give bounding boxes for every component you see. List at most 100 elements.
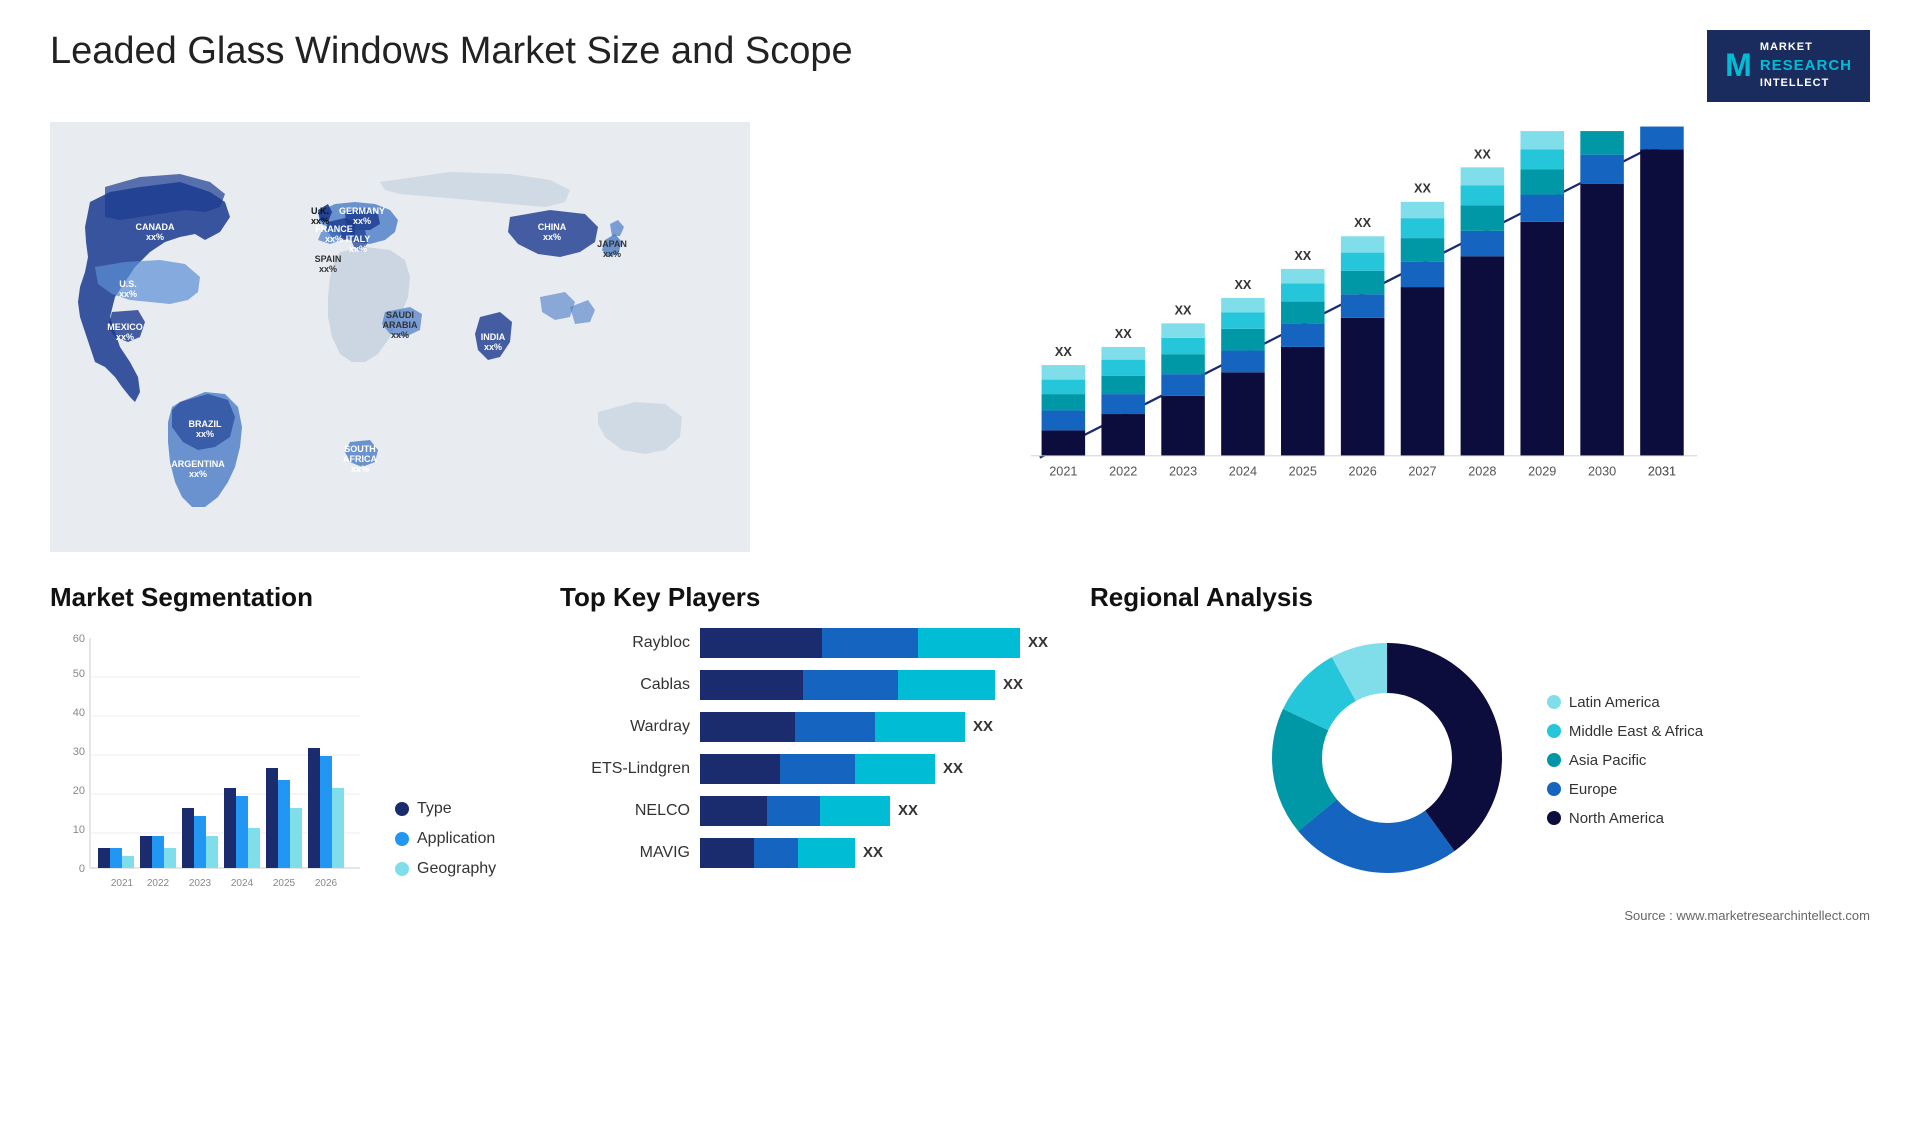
player-row: NELCO XX — [560, 796, 1060, 826]
seg-legend: Type Application Geography — [395, 800, 496, 908]
svg-text:10: 10 — [73, 824, 85, 836]
svg-text:SPAIN: SPAIN — [315, 254, 342, 264]
svg-text:2025: 2025 — [1289, 465, 1317, 479]
logo-line1: MARKET — [1760, 40, 1852, 55]
na-dot — [1547, 811, 1561, 825]
player-bar-multi — [700, 838, 855, 868]
page-wrapper: Leaded Glass Windows Market Size and Sco… — [0, 0, 1920, 1146]
svg-text:GERMANY: GERMANY — [339, 206, 385, 216]
svg-text:CANADA: CANADA — [136, 222, 175, 232]
latin-label: Latin America — [1569, 694, 1660, 711]
svg-text:2022: 2022 — [147, 878, 170, 889]
bottom-section: Market Segmentation 0 10 20 30 40 5 — [50, 582, 1870, 923]
svg-text:U.S.: U.S. — [119, 279, 137, 289]
donut-chart-svg — [1257, 628, 1517, 888]
reg-legend-mea: Middle East & Africa — [1547, 723, 1703, 740]
player-bar-multi — [700, 628, 1020, 658]
seg-legend-type: Type — [395, 800, 496, 818]
svg-text:xx%: xx% — [119, 289, 137, 299]
seg-chart-svg: 0 10 20 30 40 50 60 — [50, 628, 370, 908]
svg-text:2029: 2029 — [1528, 465, 1556, 479]
reg-legend-latin: Latin America — [1547, 694, 1703, 711]
source-text: Source : www.marketresearchintellect.com — [1090, 908, 1870, 923]
logo-line2: RESEARCH — [1760, 55, 1852, 76]
svg-text:ARABIA: ARABIA — [383, 320, 418, 330]
svg-text:CHINA: CHINA — [538, 222, 567, 232]
asia-dot — [1547, 753, 1561, 767]
logo-text: MARKET RESEARCH INTELLECT — [1760, 40, 1852, 92]
svg-text:40: 40 — [73, 707, 85, 719]
svg-text:INDIA: INDIA — [481, 332, 506, 342]
svg-text:xx%: xx% — [189, 469, 207, 479]
mea-dot — [1547, 724, 1561, 738]
europe-label: Europe — [1569, 781, 1617, 798]
player-name: ETS-Lindgren — [560, 760, 690, 778]
svg-text:XX: XX — [1294, 249, 1311, 263]
svg-text:xx%: xx% — [319, 264, 337, 274]
svg-text:2023: 2023 — [189, 878, 212, 889]
player-row: Wardray XX — [560, 712, 1060, 742]
svg-text:2026: 2026 — [315, 878, 338, 889]
svg-text:2028: 2028 — [1468, 465, 1496, 479]
page-title: Leaded Glass Windows Market Size and Sco… — [50, 30, 853, 73]
player-name: MAVIG — [560, 844, 690, 862]
player-row: MAVIG XX — [560, 838, 1060, 868]
reg-legend-asia: Asia Pacific — [1547, 752, 1703, 769]
svg-text:SOUTH: SOUTH — [344, 444, 376, 454]
geography-dot — [395, 862, 409, 876]
player-bar-wrap: XX — [700, 712, 1060, 742]
svg-text:2024: 2024 — [1229, 465, 1257, 479]
svg-text:xx%: xx% — [353, 216, 371, 226]
regional-legend: Latin America Middle East & Africa Asia … — [1547, 694, 1703, 827]
player-bar-multi — [700, 796, 890, 826]
svg-text:60: 60 — [73, 633, 85, 645]
svg-text:2026: 2026 — [1349, 465, 1377, 479]
reg-legend-europe: Europe — [1547, 781, 1703, 798]
svg-text:xx%: xx% — [349, 244, 367, 254]
donut-area: Latin America Middle East & Africa Asia … — [1090, 628, 1870, 893]
svg-text:2025: 2025 — [273, 878, 296, 889]
world-map-container: CANADA xx% U.S. xx% MEXICO xx% BRAZIL xx… — [50, 122, 750, 552]
svg-text:XX: XX — [1653, 122, 1671, 125]
logo-area: M MARKET RESEARCH INTELLECT — [1707, 30, 1870, 102]
player-row: Raybloc XX — [560, 628, 1060, 658]
svg-text:xx%: xx% — [391, 330, 409, 340]
regional-section: Regional Analysis — [1090, 582, 1870, 923]
svg-text:xx%: xx% — [543, 232, 561, 242]
player-label: XX — [1028, 634, 1048, 651]
segmentation-title: Market Segmentation — [50, 582, 530, 613]
na-label: North America — [1569, 810, 1664, 827]
svg-text:2030: 2030 — [1588, 465, 1616, 479]
svg-text:XX: XX — [1534, 122, 1551, 125]
player-name: Cablas — [560, 676, 690, 694]
donut-chart-wrap — [1257, 628, 1517, 893]
player-label: XX — [1003, 676, 1023, 693]
bar-chart-container: XX XX XX XX — [790, 122, 1870, 552]
svg-text:2031: 2031 — [1648, 465, 1676, 479]
players-title: Top Key Players — [560, 582, 1060, 613]
svg-text:SAUDI: SAUDI — [386, 310, 414, 320]
svg-text:xx%: xx% — [146, 232, 164, 242]
header: Leaded Glass Windows Market Size and Sco… — [50, 30, 1870, 102]
svg-text:MEXICO: MEXICO — [107, 322, 143, 332]
svg-text:BRAZIL: BRAZIL — [189, 419, 222, 429]
application-dot — [395, 832, 409, 846]
player-name: NELCO — [560, 802, 690, 820]
player-bar-wrap: XX — [700, 796, 1060, 826]
world-map-svg: CANADA xx% U.S. xx% MEXICO xx% BRAZIL xx… — [50, 122, 750, 552]
svg-text:xx%: xx% — [603, 249, 621, 259]
svg-text:xx%: xx% — [325, 234, 343, 244]
svg-text:30: 30 — [73, 746, 85, 758]
svg-text:2027: 2027 — [1408, 465, 1436, 479]
svg-text:XX: XX — [1474, 147, 1491, 161]
player-label: XX — [973, 718, 993, 735]
svg-text:2022: 2022 — [1109, 465, 1137, 479]
asia-label: Asia Pacific — [1569, 752, 1647, 769]
type-label: Type — [417, 800, 452, 818]
logo-box: M MARKET RESEARCH INTELLECT — [1707, 30, 1870, 102]
svg-text:XX: XX — [1175, 303, 1192, 317]
player-label: XX — [898, 802, 918, 819]
player-label: XX — [863, 844, 883, 861]
type-dot — [395, 802, 409, 816]
svg-text:XX: XX — [1414, 182, 1431, 196]
